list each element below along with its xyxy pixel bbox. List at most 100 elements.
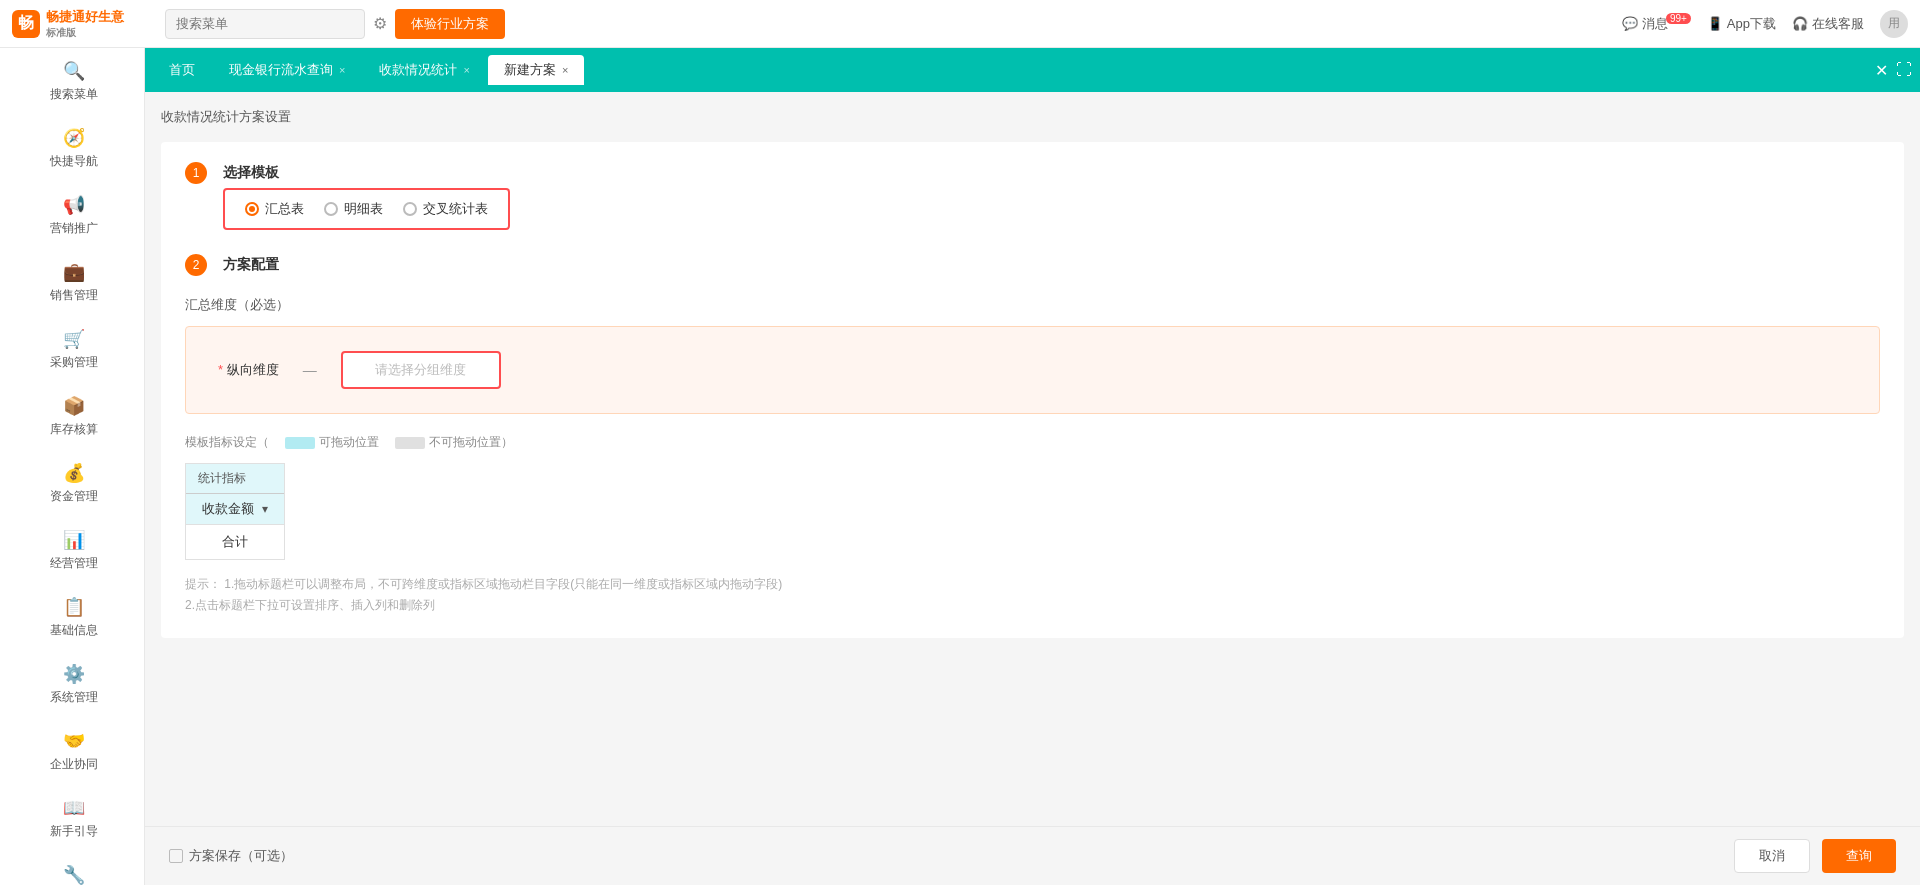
step2-num: 2: [185, 254, 207, 276]
arrow-right: —: [303, 362, 317, 378]
template-section: 汇总表 明细表 交叉统计表: [223, 188, 510, 230]
radio-detail-dot: [324, 202, 338, 216]
step1-label: 选择模板: [223, 164, 279, 182]
gear-icon[interactable]: ⚙: [373, 14, 387, 33]
metrics-table: 统计指标 收款金额 ▾ 合计: [185, 463, 285, 560]
search-input[interactable]: [165, 9, 365, 39]
sidebar-label-purchase: 采购管理: [50, 354, 98, 371]
tab-bank-flow[interactable]: 现金银行流水查询 ×: [213, 55, 361, 85]
logo-text: 畅捷通好生意: [46, 8, 124, 26]
dim-selector[interactable]: 请选择分组维度: [341, 351, 501, 389]
tab-home-label: 首页: [169, 61, 195, 79]
sidebar-label-sales: 销售管理: [50, 287, 98, 304]
sidebar-item-marketing[interactable]: 📢 营销推广: [0, 182, 144, 249]
tab-bank-flow-label: 现金银行流水查询: [229, 61, 333, 79]
locked-label: 不可拖动位置）: [429, 434, 513, 451]
sidebar-item-guide[interactable]: 📖 新手引导: [0, 785, 144, 852]
guide-icon: 📖: [63, 797, 85, 819]
save-option[interactable]: 方案保存（可选）: [169, 847, 293, 865]
main-card: 1 选择模板 汇总表 明细表 交叉统计表: [161, 142, 1904, 638]
sidebar-item-hardware[interactable]: 🔧 智能硬件: [0, 852, 144, 885]
locked-hint-item: 不可拖动位置）: [395, 434, 513, 451]
radio-summary-label: 汇总表: [265, 200, 304, 218]
tips-section: 提示： 1.拖动标题栏可以调整布局，不可跨维度或指标区域拖动栏目字段(只能在同一…: [185, 576, 1880, 614]
radio-detail[interactable]: 明细表: [324, 200, 383, 218]
user-avatar[interactable]: 用: [1880, 10, 1908, 38]
tip-2: 2.点击标题栏下拉可设置排序、插入列和删除列: [185, 597, 1880, 614]
metrics-chevron[interactable]: ▾: [262, 502, 268, 516]
tab-bar-end: ✕ ⛶: [1875, 61, 1912, 80]
sidebar-label-basic: 基础信息: [50, 622, 98, 639]
purchase-icon: 🛒: [63, 328, 85, 350]
radio-summary[interactable]: 汇总表: [245, 200, 304, 218]
tab-expand-icon[interactable]: ⛶: [1896, 61, 1912, 80]
locked-box: [395, 437, 425, 449]
sidebar-item-sales[interactable]: 💼 销售管理: [0, 249, 144, 316]
download-action[interactable]: 📱 App下载: [1707, 15, 1776, 33]
sidebar-label-finance: 资金管理: [50, 488, 98, 505]
sidebar-label-inventory: 库存核算: [50, 421, 98, 438]
tab-home[interactable]: 首页: [153, 55, 211, 85]
marketing-icon: 📢: [63, 194, 85, 216]
tab-new-plan[interactable]: 新建方案 ×: [488, 55, 584, 85]
management-icon: 📊: [63, 529, 85, 551]
vertical-dim-label: * 纵向维度: [218, 361, 279, 379]
sidebar: 🔍 搜索菜单 🧭 快捷导航 📢 营销推广 💼 销售管理 🛒 采购管理 📦 库存核…: [0, 48, 145, 885]
dimension-area: * 纵向维度 — 请选择分组维度: [185, 326, 1880, 414]
sales-icon: 💼: [63, 261, 85, 283]
sidebar-item-collab[interactable]: 🤝 企业协同: [0, 718, 144, 785]
tab-collection[interactable]: 收款情况统计 ×: [363, 55, 485, 85]
step1-num: 1: [185, 162, 207, 184]
metrics-header[interactable]: 收款金额 ▾: [186, 494, 284, 524]
service-action[interactable]: 🎧 在线客服: [1792, 15, 1864, 33]
cancel-button[interactable]: 取消: [1734, 839, 1810, 873]
sidebar-item-nav[interactable]: 🧭 快捷导航: [0, 115, 144, 182]
sidebar-label-nav: 快捷导航: [50, 153, 98, 170]
metrics-header-label: 收款金额: [202, 500, 254, 518]
tab-new-plan-close[interactable]: ×: [562, 64, 568, 76]
sidebar-label-management: 经营管理: [50, 555, 98, 572]
search-icon: 🔍: [63, 60, 85, 82]
content-area: 首页 现金银行流水查询 × 收款情况统计 × 新建方案 × ✕ ⛶ 收款情况统计…: [145, 48, 1920, 885]
radio-cross[interactable]: 交叉统计表: [403, 200, 488, 218]
tab-new-plan-label: 新建方案: [504, 61, 556, 79]
radio-summary-dot: [245, 202, 259, 216]
draggable-hint-item: 可拖动位置: [285, 434, 379, 451]
bottom-actions: 取消 查询: [1734, 839, 1896, 873]
tab-close-icon[interactable]: ✕: [1875, 61, 1888, 80]
tab-collection-label: 收款情况统计: [379, 61, 457, 79]
sidebar-item-system[interactable]: ⚙️ 系统管理: [0, 651, 144, 718]
top-actions: 💬 消息 99+ 📱 App下载 🎧 在线客服 用: [1622, 10, 1908, 38]
sidebar-item-management[interactable]: 📊 经营管理: [0, 517, 144, 584]
metrics-label-text: 模板指标设定（: [185, 434, 269, 451]
page-title: 收款情况统计方案设置: [161, 108, 1904, 126]
tab-collection-close[interactable]: ×: [463, 64, 469, 76]
collab-icon: 🤝: [63, 730, 85, 752]
metrics-section-label: 统计指标: [186, 464, 284, 494]
sidebar-item-search[interactable]: 🔍 搜索菜单: [0, 48, 144, 115]
save-option-label: 方案保存（可选）: [189, 847, 293, 865]
notification-action[interactable]: 💬 消息 99+: [1622, 15, 1691, 33]
inventory-icon: 📦: [63, 395, 85, 417]
tab-bank-flow-close[interactable]: ×: [339, 64, 345, 76]
query-button[interactable]: 查询: [1822, 839, 1896, 873]
basic-icon: 📋: [63, 596, 85, 618]
sidebar-label-marketing: 营销推广: [50, 220, 98, 237]
finance-icon: 💰: [63, 462, 85, 484]
step1-row: 1 选择模板: [185, 162, 1880, 184]
step2-label: 方案配置: [223, 256, 279, 274]
step2-row: 2 方案配置: [185, 254, 1880, 276]
metrics-total: 合计: [186, 524, 284, 559]
sidebar-item-finance[interactable]: 💰 资金管理: [0, 450, 144, 517]
sidebar-item-inventory[interactable]: 📦 库存核算: [0, 383, 144, 450]
config-section: 汇总维度（必选） * 纵向维度 — 请选择分组维度 模板指标设定（: [185, 296, 1880, 614]
system-icon: ⚙️: [63, 663, 85, 685]
sidebar-label-search: 搜索菜单: [50, 86, 98, 103]
save-checkbox[interactable]: [169, 849, 183, 863]
sidebar-item-basic[interactable]: 📋 基础信息: [0, 584, 144, 651]
sidebar-item-purchase[interactable]: 🛒 采购管理: [0, 316, 144, 383]
radio-cross-label: 交叉统计表: [423, 200, 488, 218]
industry-button[interactable]: 体验行业方案: [395, 9, 505, 39]
download-label: App下载: [1727, 15, 1776, 33]
notification-label: 消息: [1642, 15, 1668, 33]
